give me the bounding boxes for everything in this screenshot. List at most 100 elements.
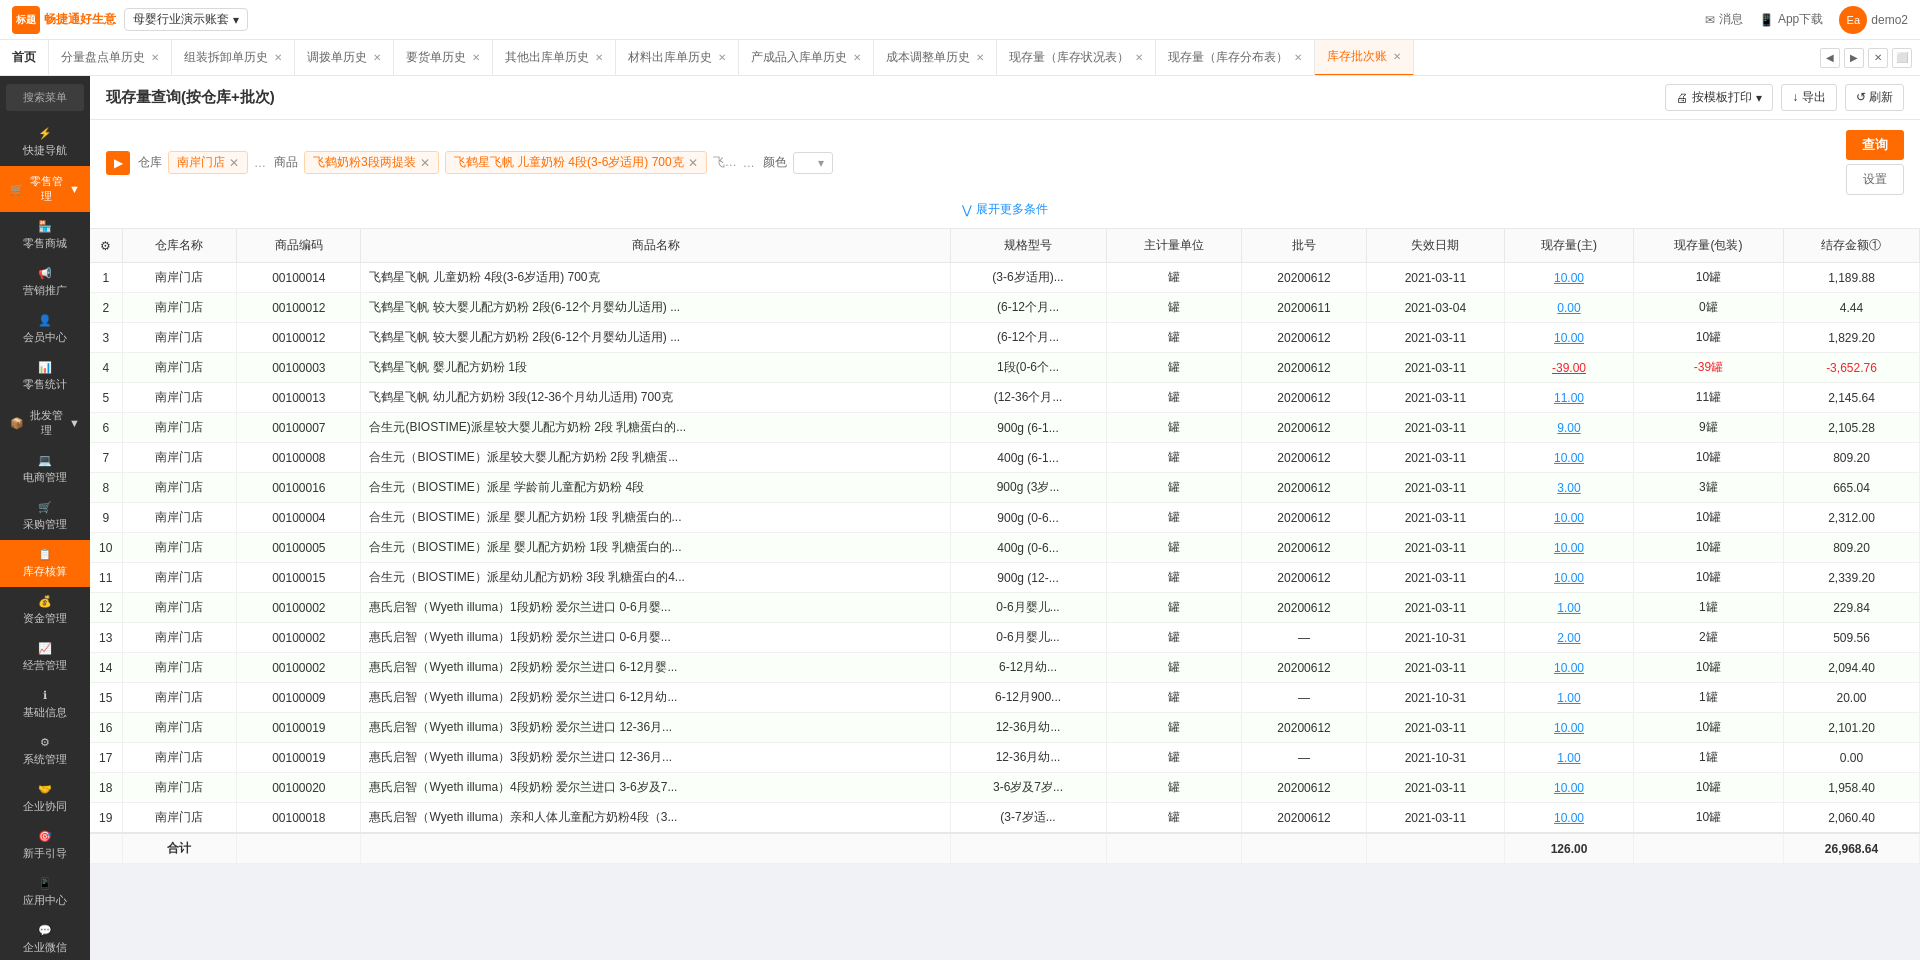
tab-cheng-ben[interactable]: 成本调整单历史 ✕ [874,40,997,76]
sidebar-item-inventory[interactable]: 📋 库存核算 [0,540,90,587]
name-cell[interactable]: 飞鹤星飞帆 较大婴儿配方奶粉 2段(6-12个月婴幼儿适用) ... [361,323,950,353]
sidebar-item-finance[interactable]: 💰 资金管理 [0,587,90,634]
warehouse-filter-ellipsis[interactable]: … [254,156,266,170]
tab-yao-huo[interactable]: 要货单历史 ✕ [394,40,493,76]
sidebar-shortcut[interactable]: ⚡ 快捷导航 [0,119,90,166]
product-filter-tag-2[interactable]: 飞鹤星飞帆 儿童奶粉 4段(3-6岁适用) 700克 ✕ [445,151,707,174]
name-cell[interactable]: 合生元（BIOSTIME）派星 学龄前儿童配方奶粉 4段 [361,473,950,503]
setting-btn[interactable]: 设置 [1846,164,1904,195]
name-cell[interactable]: 飞鹤星飞帆 幼儿配方奶粉 3段(12-36个月幼儿适用) 700克 [361,383,950,413]
seq-cell: 14 [90,653,122,683]
tab-cai-liao[interactable]: 材料出库单历史 ✕ [616,40,739,76]
sidebar-item-enterprise[interactable]: 🤝 企业协同 [0,775,90,822]
sidebar-item-new-guide[interactable]: 🎯 新手引导 [0,822,90,869]
tab-cai-liao-close[interactable]: ✕ [718,52,726,63]
app-download-action[interactable]: 📱 App下载 [1759,11,1823,28]
name-cell[interactable]: 合生元(BIOSTIME)派星较大婴儿配方奶粉 2段 乳糖蛋白的... [361,413,950,443]
sidebar-item-purchase[interactable]: 🛒 采购管理 [0,493,90,540]
tab-cheng-ben-close[interactable]: ✕ [976,52,984,63]
query-btn[interactable]: 查询 [1846,130,1904,160]
name-cell[interactable]: 合生元（BIOSTIME）派星较大婴儿配方奶粉 2段 乳糖蛋... [361,443,950,473]
tab-close-all-btn[interactable]: ✕ [1868,48,1888,68]
name-cell[interactable]: 合生元（BIOSTIME）派星幼儿配方奶粉 3段 乳糖蛋白的4... [361,563,950,593]
tab-chan-pin-ru[interactable]: 产成品入库单历史 ✕ [739,40,874,76]
tab-ku-cun-zhuang-close[interactable]: ✕ [1135,52,1143,63]
sidebar-item-ecommerce[interactable]: 💻 电商管理 [0,446,90,493]
filter-toggle-btn[interactable]: ▶ [106,151,130,175]
name-cell[interactable]: 飞鹤星飞帆 儿童奶粉 4段(3-6岁适用) 700克 [361,263,950,293]
qty-pkg-cell: 9罐 [1633,413,1783,443]
tab-chan-pin-ru-close[interactable]: ✕ [853,52,861,63]
name-cell[interactable]: 惠氏启智（Wyeth illuma）3段奶粉 爱尔兰进口 12-36月... [361,743,950,773]
sidebar-item-retail-mgmt[interactable]: 🛒 零售管理 ▼ [0,166,90,212]
name-cell[interactable]: 惠氏启智（Wyeth illuma）2段奶粉 爱尔兰进口 6-12月婴... [361,653,950,683]
product-filter-tag-1[interactable]: 飞鹤奶粉3段两提装 ✕ [304,151,439,174]
batch-cell: 20200612 [1242,503,1366,533]
tab-cheng-ben-label: 成本调整单历史 [886,49,970,66]
warehouse-tag-close[interactable]: ✕ [229,156,239,170]
refresh-btn[interactable]: ↺ 刷新 [1845,84,1904,111]
sidebar-item-wholesale[interactable]: 📦 批发管理 ▼ [0,400,90,446]
name-cell[interactable]: 惠氏启智（Wyeth illuma）亲和人体儿童配方奶粉4段（3... [361,803,950,834]
table-row: 18南岸门店00100020惠氏启智（Wyeth illuma）4段奶粉 爱尔兰… [90,773,1920,803]
user-area[interactable]: Ea demo2 [1839,6,1908,34]
enterprise-label: 企业协同 [23,799,67,814]
tab-prev-btn[interactable]: ◀ [1820,48,1840,68]
tab-ku-cun-pi[interactable]: 库存批次账 ✕ [1315,40,1414,76]
tab-tiao-bo-close[interactable]: ✕ [373,52,381,63]
filter-expand-btn[interactable]: ⋁ 展开更多条件 [106,201,1904,218]
tab-next-btn[interactable]: ▶ [1844,48,1864,68]
seq-cell: 1 [90,263,122,293]
search-menu-btn[interactable]: 搜索菜单 [6,84,84,111]
sidebar-item-operations[interactable]: 📈 经营管理 [0,634,90,681]
tab-fen-pan-close[interactable]: ✕ [151,52,159,63]
color-filter-select[interactable]: ▾ [793,152,833,174]
product-filter-ellipsis[interactable]: … [743,156,755,170]
template-print-btn[interactable]: 🖨 按模板打印 ▾ [1665,84,1773,111]
tab-home[interactable]: 首页 [0,40,49,76]
tab-fen-pan[interactable]: 分量盘点单历史 ✕ [49,40,172,76]
tab-qi-ta-chu-close[interactable]: ✕ [595,52,603,63]
name-cell[interactable]: 惠氏启智（Wyeth illuma）1段奶粉 爱尔兰进口 0-6月婴... [361,593,950,623]
sidebar-item-app-center[interactable]: 📱 应用中心 [0,869,90,916]
sidebar-item-member[interactable]: 👤 会员中心 [0,306,90,353]
name-cell[interactable]: 飞鹤星飞帆 婴儿配方奶粉 1段 [361,353,950,383]
warehouse-filter-tag[interactable]: 南岸门店 ✕ [168,151,248,174]
tab-qi-ta-chu[interactable]: 其他出库单历史 ✕ [493,40,616,76]
name-cell[interactable]: 合生元（BIOSTIME）派星 婴儿配方奶粉 1段 乳糖蛋白的... [361,533,950,563]
unit-cell: 罐 [1106,593,1242,623]
tab-tiao-bo[interactable]: 调拨单历史 ✕ [295,40,394,76]
sidebar-item-retail-shop[interactable]: 🏪 零售商城 [0,212,90,259]
product-tag-2-close[interactable]: ✕ [688,156,698,170]
product-tag-1-close[interactable]: ✕ [420,156,430,170]
sidebar-item-system[interactable]: ⚙ 系统管理 [0,728,90,775]
product-filter-more[interactable]: 飞… [713,154,737,171]
name-cell[interactable]: 惠氏启智（Wyeth illuma）1段奶粉 爱尔兰进口 0-6月婴... [361,623,950,653]
sidebar-item-marketing[interactable]: 📢 营销推广 [0,259,90,306]
operations-icon: 📈 [38,642,52,655]
export-btn[interactable]: ↓ 导出 [1781,84,1836,111]
logo-icon: 标题 [12,6,40,34]
tab-maximize-btn[interactable]: ⬜ [1892,48,1912,68]
tab-ku-cun-fen[interactable]: 现存量（库存分布表） ✕ [1156,40,1315,76]
tab-ku-cun-fen-close[interactable]: ✕ [1294,52,1302,63]
name-cell[interactable]: 合生元（BIOSTIME）派星 婴儿配方奶粉 1段 乳糖蛋白的... [361,503,950,533]
seq-cell: 11 [90,563,122,593]
tab-yao-huo-close[interactable]: ✕ [472,52,480,63]
name-cell[interactable]: 飞鹤星飞帆 较大婴儿配方奶粉 2段(6-12个月婴幼儿适用) ... [361,293,950,323]
name-cell[interactable]: 惠氏启智（Wyeth illuma）2段奶粉 爱尔兰进口 6-12月幼... [361,683,950,713]
expire-cell: 2021-03-11 [1366,593,1504,623]
sidebar-item-retail-stat[interactable]: 📊 零售统计 [0,353,90,400]
name-cell[interactable]: 惠氏启智（Wyeth illuma）4段奶粉 爱尔兰进口 3-6岁及7... [361,773,950,803]
tab-zu-chai[interactable]: 组装拆卸单历史 ✕ [172,40,295,76]
tab-zu-chai-close[interactable]: ✕ [274,52,282,63]
tab-ku-cun-pi-close[interactable]: ✕ [1393,51,1401,62]
sidebar-item-wechat[interactable]: 💬 企业微信 [0,916,90,960]
inventory-table: ⚙ 仓库名称 商品编码 商品名称 规格型号 主计量单位 批号 失效日期 现存量(… [90,229,1920,864]
sidebar-item-basics[interactable]: ℹ 基础信息 [0,681,90,728]
filter-product-group: 商品 飞鹤奶粉3段两提装 ✕ 飞鹤星飞帆 儿童奶粉 4段(3-6岁适用) 700… [274,151,755,174]
tab-ku-cun-zhuang[interactable]: 现存量（库存状况表） ✕ [997,40,1156,76]
name-cell[interactable]: 惠氏启智（Wyeth illuma）3段奶粉 爱尔兰进口 12-36月... [361,713,950,743]
org-selector[interactable]: 母婴行业演示账套 ▾ [124,8,248,31]
message-action[interactable]: ✉ 消息 [1705,11,1743,28]
